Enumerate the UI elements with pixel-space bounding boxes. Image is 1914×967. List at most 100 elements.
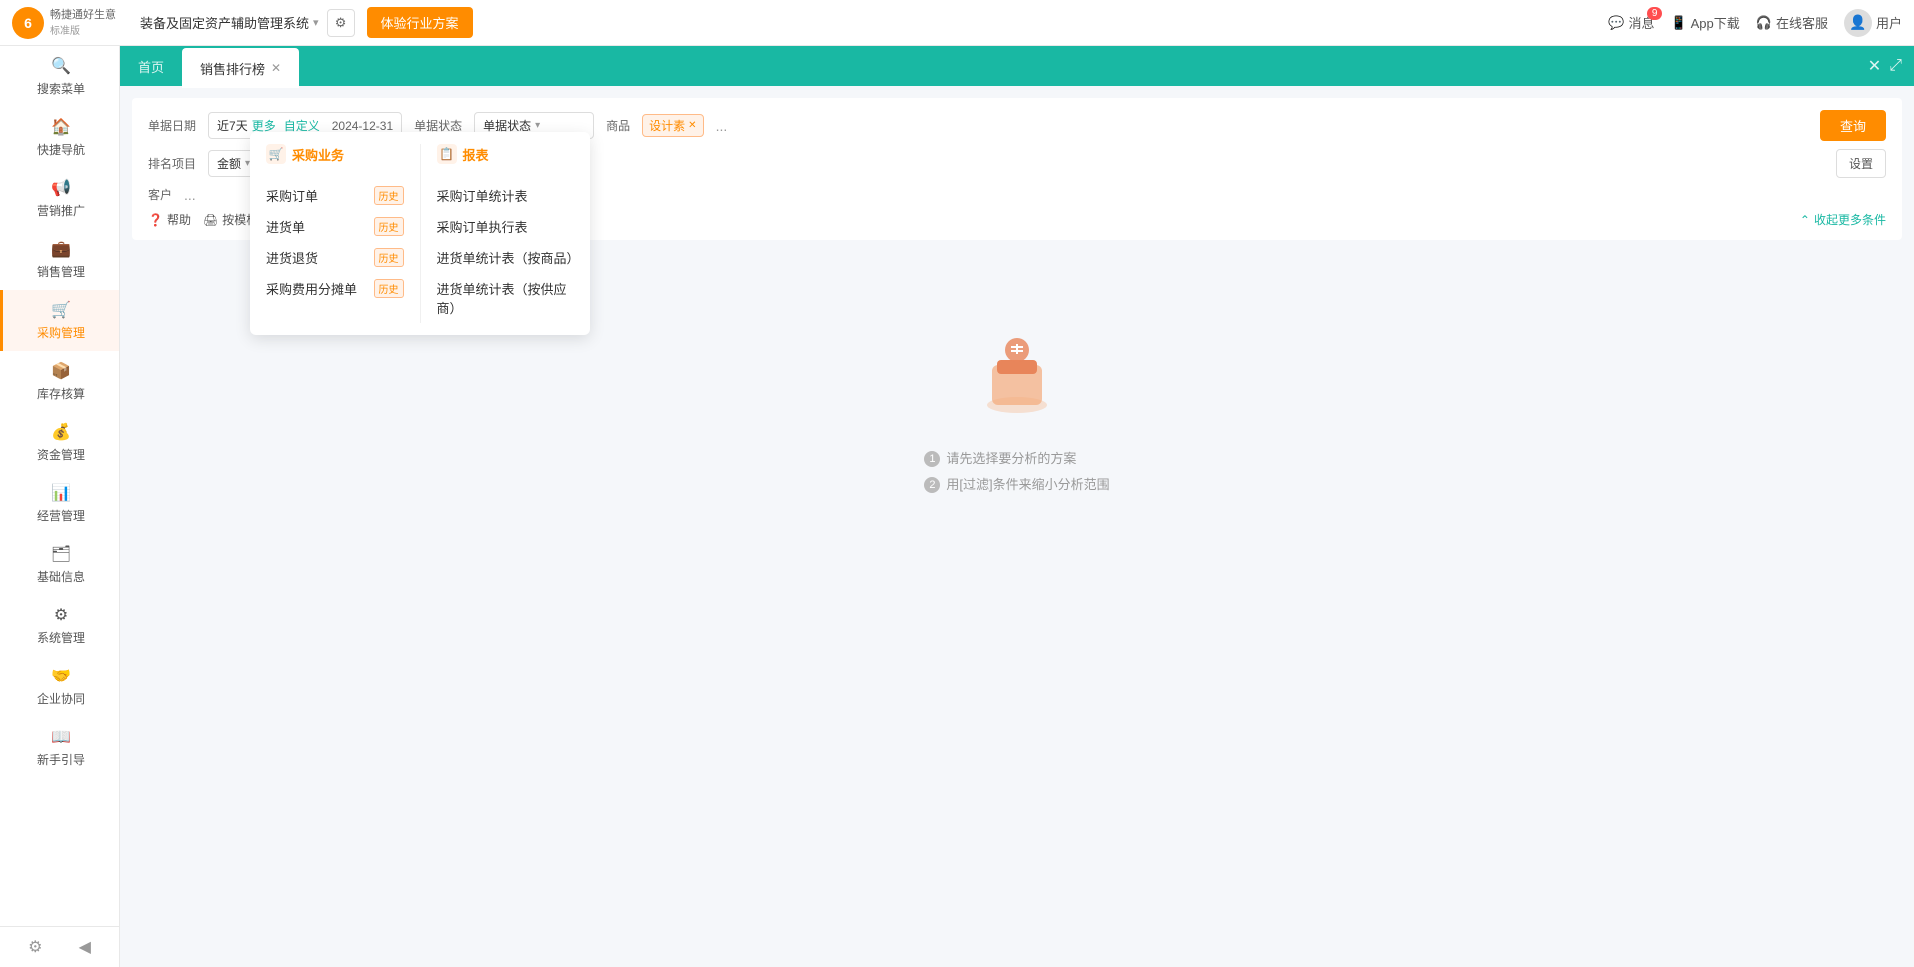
sidebar-item-operation[interactable]: 📊 经营管理: [0, 473, 119, 534]
collapse-btn[interactable]: ⌃ 收起更多条件: [1800, 211, 1886, 228]
app-download-item[interactable]: 📱 App下载: [1670, 13, 1739, 32]
help-btn[interactable]: ❓ 帮助: [148, 211, 191, 228]
tab-home-label: 首页: [138, 57, 164, 76]
message-item[interactable]: 💬 消息 9: [1608, 13, 1654, 32]
tab-fullscreen-icon[interactable]: ⤢: [1889, 57, 1902, 75]
finance-icon: 💰: [51, 422, 71, 442]
enterprise-icon: 🤝: [51, 666, 71, 686]
settings-icon-btn[interactable]: ⚙: [327, 9, 355, 37]
tab-sales-rank[interactable]: 销售排行榜 ✕: [182, 48, 299, 88]
inventory-icon: 📦: [51, 361, 71, 381]
report-section-label: 报表: [463, 145, 489, 164]
sidebar-item-sales[interactable]: 💼 销售管理: [0, 229, 119, 290]
tip-text-2: 用[过滤]条件来缩小分析范围: [946, 472, 1109, 498]
settings-button[interactable]: 设置: [1836, 149, 1886, 178]
dropdown-item-expense[interactable]: 采购费用分摊单 历史: [266, 273, 404, 304]
sidebar-item-marketing[interactable]: 📢 营销推广: [0, 168, 119, 229]
logo-text-area: 畅捷通好生意 标准版: [50, 8, 116, 37]
purchase-section-icon: 🛒: [266, 144, 286, 164]
rank-value: 金额: [217, 155, 241, 172]
goods-ellipsis[interactable]: ...: [716, 118, 728, 134]
dropdown-item-purchase-order[interactable]: 采购订单 历史: [266, 180, 404, 211]
system-dropdown-icon[interactable]: ▾: [313, 16, 319, 29]
logo-sub: 标准版: [50, 22, 116, 37]
sidebar-item-guide[interactable]: 📖 新手引导: [0, 717, 119, 778]
history-badge-2: 历史: [374, 248, 404, 267]
sidebar-label-sales: 销售管理: [37, 263, 85, 280]
user-item[interactable]: 👤 用户: [1844, 9, 1902, 37]
goods-label: 商品: [606, 117, 630, 134]
help-icon: ❓: [148, 213, 163, 227]
goods-return-label: 进货退货: [266, 248, 318, 267]
message-icon: 💬: [1608, 15, 1624, 31]
sidebar-label-quick-nav: 快捷导航: [37, 141, 85, 158]
date-label: 单据日期: [148, 117, 196, 134]
sidebar-item-system[interactable]: ⚙ 系统管理: [0, 595, 119, 656]
operation-icon: 📊: [51, 483, 71, 503]
sidebar-label-guide: 新手引导: [37, 751, 85, 768]
dropdown-item-goods-receipt[interactable]: 进货单 历史: [266, 211, 404, 242]
sidebar-label-search: 搜索菜单: [37, 80, 85, 97]
online-service-label: 在线客服: [1776, 13, 1828, 32]
purchase-section-title: 🛒 采购业务: [266, 144, 404, 170]
purchase-icon: 🛒: [51, 300, 71, 320]
sidebar-item-inventory[interactable]: 📦 库存核算: [0, 351, 119, 412]
dropdown-item-goods-return[interactable]: 进货退货 历史: [266, 242, 404, 273]
phone-icon: 📱: [1670, 15, 1686, 31]
expense-label: 采购费用分摊单: [266, 279, 357, 298]
dropdown-item-receipt-stats-goods[interactable]: 进货单统计表（按商品）: [437, 242, 575, 273]
help-label: 帮助: [167, 211, 191, 228]
receipt-stats-supplier-label: 进货单统计表（按供应商）: [437, 279, 575, 317]
sidebar-label-finance: 资金管理: [37, 446, 85, 463]
dropdown-item-order-stats[interactable]: 采购订单统计表: [437, 180, 575, 211]
tab-close-icon[interactable]: ✕: [271, 61, 281, 75]
sidebar-item-basic-info[interactable]: 🗂 基础信息: [0, 534, 119, 595]
user-label: 用户: [1876, 13, 1902, 32]
sidebar-label-operation: 经营管理: [37, 507, 85, 524]
sidebar-item-quick-nav[interactable]: 🏠 快捷导航: [0, 107, 119, 168]
headset-icon: 🎧: [1756, 15, 1772, 31]
sidebar: 🔍 搜索菜单 🏠 快捷导航 📢 营销推广 💼 销售管理 🛒 采购管理 📦 库存核…: [0, 46, 120, 967]
status-dropdown-icon: ▾: [535, 120, 540, 131]
top-bar: 6 畅捷通好生意 标准版 装备及固定资产辅助管理系统 ▾ ⚙ 体验行业方案 💬 …: [0, 0, 1914, 46]
sales-icon: 💼: [51, 239, 71, 259]
dropdown-item-order-exec[interactable]: 采购订单执行表: [437, 211, 575, 242]
query-button[interactable]: 查询: [1820, 110, 1886, 141]
sidebar-item-purchase[interactable]: 🛒 采购管理: [0, 290, 119, 351]
date-value: 近7天: [217, 117, 248, 134]
sidebar-item-finance[interactable]: 💰 资金管理: [0, 412, 119, 473]
empty-illustration: [967, 330, 1067, 430]
tab-home[interactable]: 首页: [120, 46, 182, 86]
guide-icon: 📖: [51, 727, 71, 747]
dropdown-menu: 🛒 采购业务 采购订单 历史 进货单 历史 进货退货 历史: [250, 132, 590, 335]
sidebar-settings-btn[interactable]: ⚙: [28, 937, 42, 957]
tab-close-all-icon[interactable]: ✕: [1868, 56, 1881, 76]
logo-area: 6 畅捷通好生意 标准版: [12, 7, 132, 39]
history-badge-0: 历史: [374, 186, 404, 205]
goods-tag-close[interactable]: ✕: [688, 120, 696, 131]
customer-ellipsis[interactable]: ...: [184, 187, 196, 203]
sidebar-label-basic-info: 基础信息: [37, 568, 85, 585]
content-area: 首页 销售排行榜 ✕ ✕ ⤢ 单据日期 近7天 更多: [120, 46, 1914, 967]
report-section: 📋 报表 采购订单统计表 采购订单执行表 进货单统计表（按商品） 进货单统计表（…: [420, 144, 591, 323]
rank-label: 排名项目: [148, 155, 196, 172]
tip-num-2: 2: [924, 477, 940, 493]
sidebar-label-inventory: 库存核算: [37, 385, 85, 402]
goods-receipt-label: 进货单: [266, 217, 305, 236]
basic-info-icon: 🗂: [51, 544, 71, 564]
date-end-value: 2024-12-31: [332, 119, 393, 133]
sidebar-item-enterprise[interactable]: 🤝 企业协同: [0, 656, 119, 717]
marketing-icon: 📢: [51, 178, 71, 198]
dropdown-item-receipt-stats-supplier[interactable]: 进货单统计表（按供应商）: [437, 273, 575, 323]
history-badge-1: 历史: [374, 217, 404, 236]
sidebar-item-search[interactable]: 🔍 搜索菜单: [0, 46, 119, 107]
purchase-section: 🛒 采购业务 采购订单 历史 进货单 历史 进货退货 历史: [250, 144, 420, 323]
sidebar-collapse-btn[interactable]: ◀: [79, 937, 91, 957]
top-right-actions: 💬 消息 9 📱 App下载 🎧 在线客服 👤 用户: [1608, 9, 1902, 37]
industry-button[interactable]: 体验行业方案: [367, 7, 473, 38]
order-exec-label: 采购订单执行表: [437, 217, 528, 236]
empty-tip-2: 2 用[过滤]条件来缩小分析范围: [924, 472, 1109, 498]
dropdown-sections: 🛒 采购业务 采购订单 历史 进货单 历史 进货退货 历史: [250, 144, 590, 323]
goods-tag: 设计素 ✕: [642, 114, 703, 137]
online-service-item[interactable]: 🎧 在线客服: [1756, 13, 1828, 32]
